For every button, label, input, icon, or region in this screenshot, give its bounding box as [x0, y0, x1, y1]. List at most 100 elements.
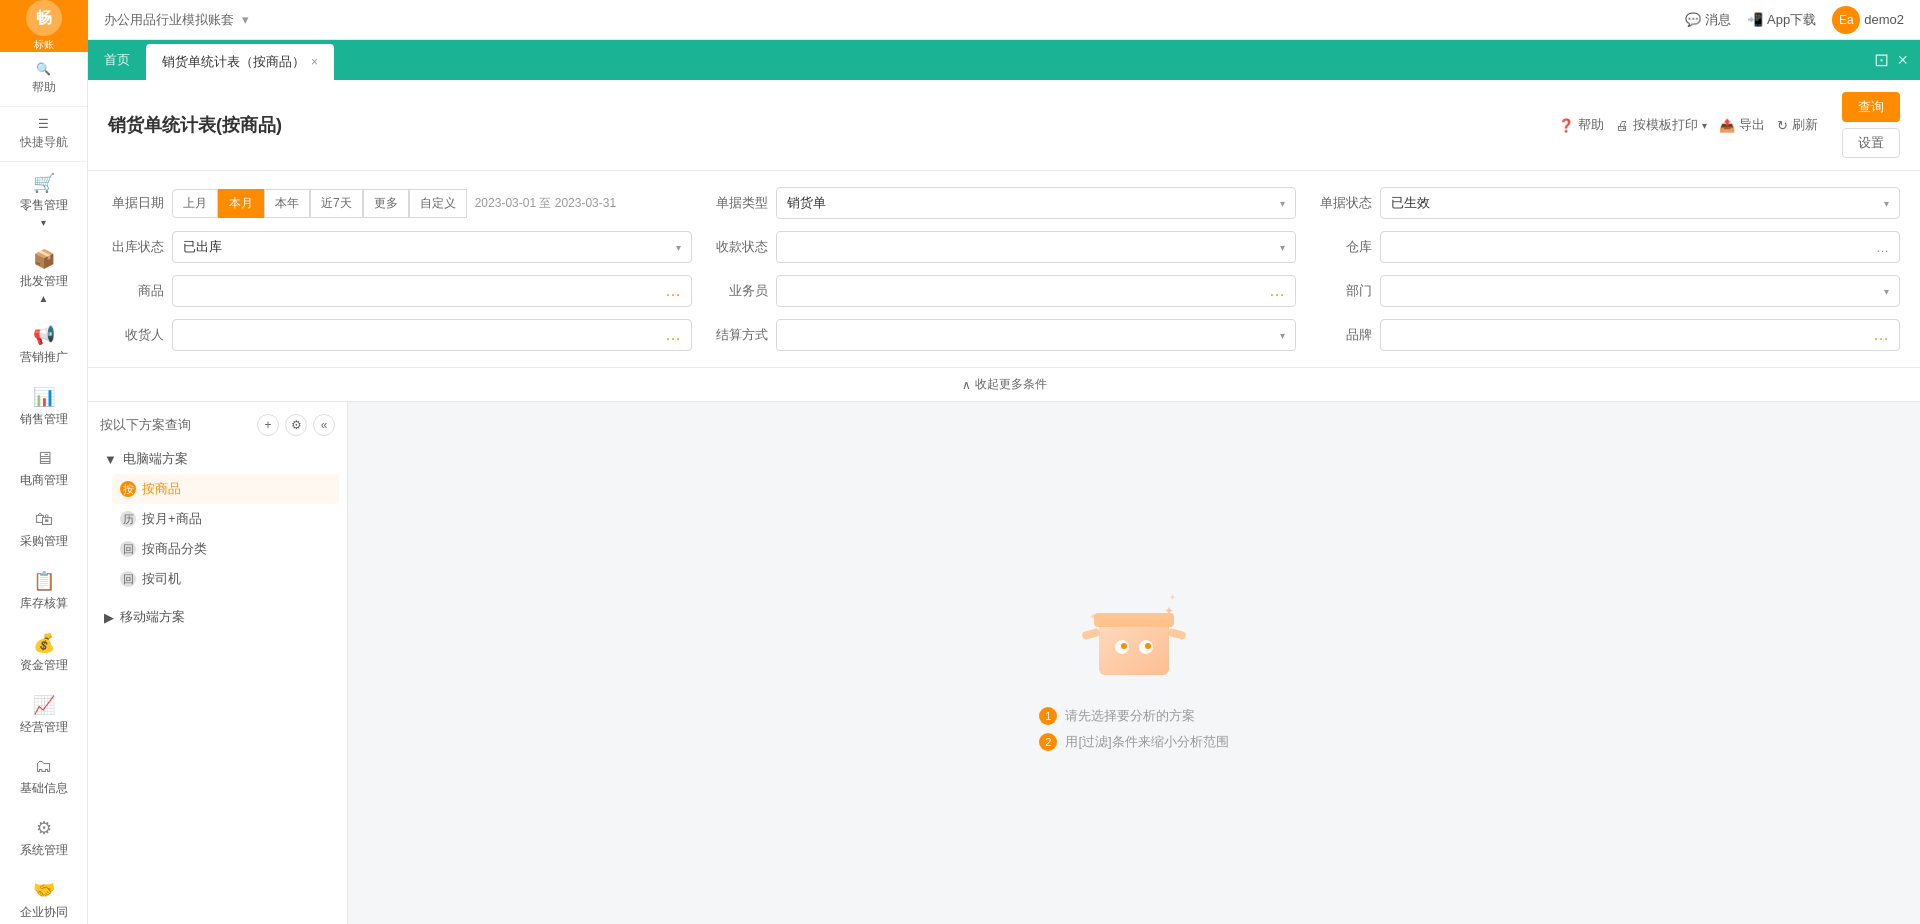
filter-row-3: 商品 … 业务员 … 部门 [108, 275, 1900, 307]
out-status-select[interactable]: 已出库 ▾ [172, 231, 692, 263]
sidebar-item-operation[interactable]: 📈 经营管理 [0, 684, 87, 746]
dropdown-icon[interactable]: ▾ [242, 12, 249, 27]
doc-status-select[interactable]: 已生效 ▾ [1380, 187, 1900, 219]
tree-group-mobile-label[interactable]: ▶ 移动端方案 [96, 602, 339, 632]
sidebar-item-cooperation[interactable]: 🤝 企业协同 [0, 869, 87, 924]
help-btn[interactable]: ❓ 帮助 [1558, 116, 1604, 134]
query-btn[interactable]: 查询 [1842, 92, 1900, 122]
retail-arrow: ▾ [41, 217, 46, 228]
filter-doc-type: 单据类型 销货单 ▾ [712, 187, 1296, 219]
print-btn[interactable]: 🖨 按模板打印 ▾ [1616, 116, 1707, 134]
refresh-btn[interactable]: ↻ 刷新 [1777, 116, 1818, 134]
query-actions: 查询 设置 [1830, 92, 1900, 158]
wholesale-arrow: ▲ [39, 293, 49, 304]
brand-select[interactable]: … [1380, 319, 1900, 351]
svg-rect-0 [1099, 620, 1169, 675]
date-tab-7days[interactable]: 近7天 [310, 189, 363, 218]
sidebar-item-ecommerce[interactable]: 🖥 电商管理 [0, 438, 87, 499]
goods-label: 商品 [108, 282, 164, 300]
avatar: Ea [1832, 6, 1860, 34]
brand-dots[interactable]: … [1873, 326, 1889, 344]
dept-select[interactable]: ▾ [1380, 275, 1900, 307]
salesman-select[interactable]: … [776, 275, 1296, 307]
app-download-btn[interactable]: 📲 App下载 [1747, 11, 1816, 29]
tab-active[interactable]: 销货单统计表（按商品） × [146, 44, 334, 80]
user-profile[interactable]: Ea demo2 [1832, 6, 1904, 34]
restore-window-icon[interactable]: ⊡ [1874, 49, 1889, 71]
export-btn[interactable]: 📤 导出 [1719, 116, 1765, 134]
doc-type-select[interactable]: 销货单 ▾ [776, 187, 1296, 219]
cooperation-icon: 🤝 [33, 879, 55, 901]
sidebar-item-sales[interactable]: 📊 销售管理 [0, 376, 87, 438]
message-label: 消息 [1705, 11, 1731, 29]
sidebar-item-finance[interactable]: 💰 资金管理 [0, 622, 87, 684]
date-tab-last-month[interactable]: 上月 [172, 189, 218, 218]
tree-item-by-driver[interactable]: 回 按司机 [112, 564, 339, 594]
print-dropdown[interactable]: ▾ [1702, 120, 1707, 131]
date-tab-more[interactable]: 更多 [363, 189, 409, 218]
scheme-settings-btn[interactable]: ⚙ [285, 414, 307, 436]
purchase-icon: 🛍 [35, 509, 53, 530]
sidebar-quick-nav[interactable]: ☰ 快捷导航 [0, 107, 87, 162]
warehouse-select[interactable]: … [1380, 231, 1900, 263]
svg-text:✦: ✦ [1169, 593, 1176, 602]
main-area: 办公用品行业模拟账套 ▾ 💬 消息 📲 App下载 Ea demo2 首页 销货… [88, 0, 1920, 924]
settings-btn[interactable]: 设置 [1842, 128, 1900, 158]
add-scheme-btn[interactable]: + [257, 414, 279, 436]
goods-select[interactable]: … [172, 275, 692, 307]
basic-label: 基础信息 [20, 780, 68, 797]
page-header: 销货单统计表(按商品) ❓ 帮助 🖨 按模板打印 ▾ 📤 导出 ↻ 刷新 [88, 80, 1920, 171]
collapse-panel-btn[interactable]: « [313, 414, 335, 436]
filter-goods: 商品 … [108, 275, 692, 307]
svg-text:✦: ✦ [1164, 604, 1174, 618]
sidebar-item-basic[interactable]: 🗂 基础信息 [0, 746, 87, 807]
wholesale-icon: 📦 [33, 248, 55, 270]
page-title: 销货单统计表(按商品) [108, 113, 282, 149]
tree-item-category-label: 按商品分类 [142, 540, 207, 558]
date-tab-this-month[interactable]: 本月 [218, 189, 264, 218]
marketing-label: 营销推广 [20, 349, 68, 366]
tree-item-by-month-goods[interactable]: 历 按月+商品 [112, 504, 339, 534]
goods-dots[interactable]: … [665, 282, 681, 300]
payment-select[interactable]: ▾ [776, 319, 1296, 351]
sidebar-item-purchase[interactable]: 🛍 采购管理 [0, 499, 87, 560]
close-window-icon[interactable]: × [1897, 50, 1908, 71]
marketing-icon: 📢 [33, 324, 55, 346]
tree-group-pc-text: 电脑端方案 [123, 450, 188, 468]
tree-group-pc-label[interactable]: ▼ 电脑端方案 [96, 444, 339, 474]
collection-chevron: ▾ [1280, 242, 1285, 253]
collection-label: 收款状态 [712, 238, 768, 256]
warehouse-dots[interactable]: … [1876, 240, 1889, 255]
wholesale-label: 批发管理 [20, 273, 68, 290]
sidebar-item-marketing[interactable]: 📢 营销推广 [0, 314, 87, 376]
filter-panel: 单据日期 上月 本月 本年 近7天 更多 自定义 2023-03-01 至 20… [88, 171, 1920, 368]
filter-date: 单据日期 上月 本月 本年 近7天 更多 自定义 2023-03-01 至 20… [108, 189, 692, 218]
tree-item-by-goods[interactable]: 按 按商品 [112, 474, 339, 504]
collapse-bar[interactable]: ∧ 收起更多条件 [88, 368, 1920, 402]
message-btn[interactable]: 💬 消息 [1685, 11, 1731, 29]
date-tab-custom[interactable]: 自定义 [409, 189, 467, 218]
salesman-dots[interactable]: … [1269, 282, 1285, 300]
collapse-panel-icon: « [321, 418, 328, 432]
sidebar-item-wholesale[interactable]: 📦 批发管理 ▲ [0, 238, 87, 314]
doc-status-chevron: ▾ [1884, 198, 1889, 209]
empty-tip-2: 2 用[过滤]条件来缩小分析范围 [1039, 733, 1228, 751]
sidebar-search[interactable]: 🔍 帮助 [0, 52, 87, 107]
body-area: 按以下方案查询 + ⚙ « [88, 402, 1920, 924]
tab-close-btn[interactable]: × [311, 55, 318, 69]
date-tab-this-year[interactable]: 本年 [264, 189, 310, 218]
sidebar-item-system[interactable]: ⚙ 系统管理 [0, 807, 87, 869]
empty-state: ✦ ✦ ✦ 1 请先选择要分析的方案 2 用[过滤]条件来缩小分析范围 [348, 402, 1920, 924]
tree-item-by-category[interactable]: 回 按商品分类 [112, 534, 339, 564]
sidebar-item-stock[interactable]: 📋 库存核算 [0, 560, 87, 622]
finance-icon: 💰 [33, 632, 55, 654]
filter-warehouse: 仓库 … [1316, 231, 1900, 263]
doc-status-label: 单据状态 [1316, 194, 1372, 212]
sidebar: 畅 标账 🔍 帮助 ☰ 快捷导航 🛒 零售管理 ▾ 📦 批发管理 ▲ 📢 营销推… [0, 0, 88, 924]
recipient-select[interactable]: … [172, 319, 692, 351]
dept-label: 部门 [1316, 282, 1372, 300]
collection-select[interactable]: ▾ [776, 231, 1296, 263]
sidebar-item-retail[interactable]: 🛒 零售管理 ▾ [0, 162, 87, 238]
recipient-dots[interactable]: … [665, 326, 681, 344]
tab-home[interactable]: 首页 [88, 40, 146, 80]
